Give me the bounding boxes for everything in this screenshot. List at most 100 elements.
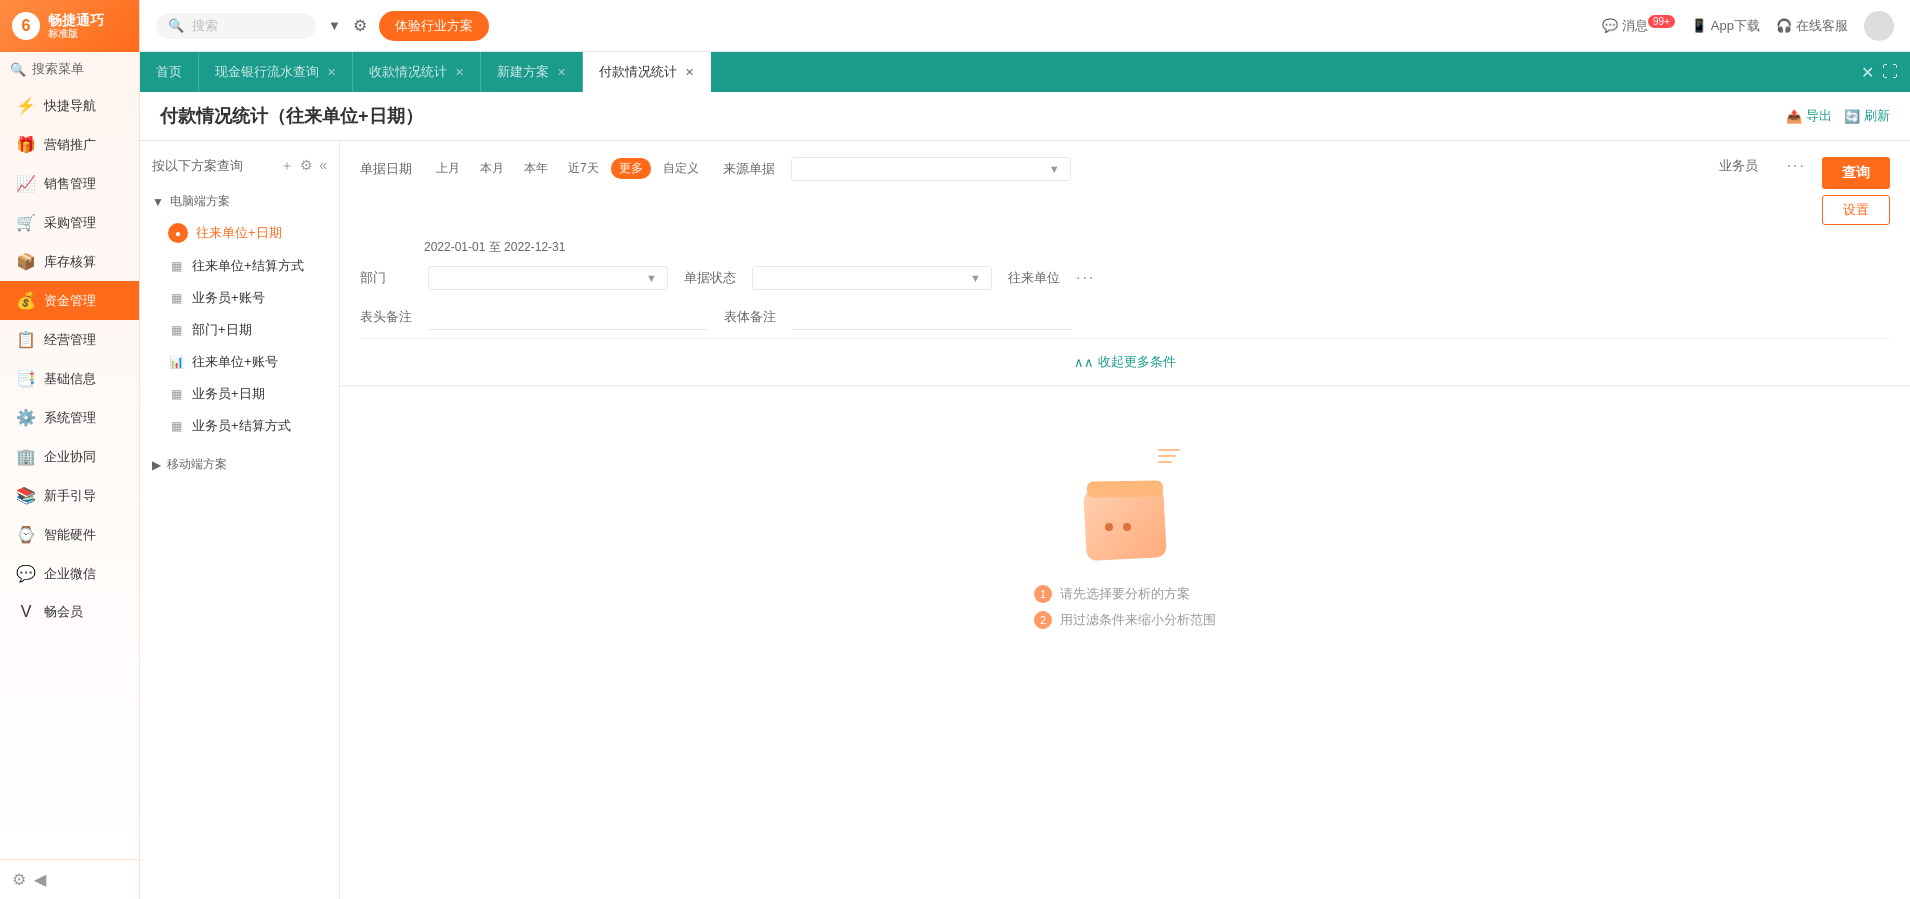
- scheme-item-staff-account[interactable]: ▦ 业务员+账号: [140, 282, 339, 314]
- collapse-label: 收起更多条件: [1098, 353, 1176, 371]
- filter-settings-btn[interactable]: 设置: [1822, 195, 1890, 225]
- inventory-icon: 📦: [16, 252, 36, 271]
- search-menu-icon: 🔍: [10, 62, 26, 77]
- query-btn[interactable]: 查询: [1822, 157, 1890, 189]
- sidebar-item-finance[interactable]: 💰 资金管理: [0, 281, 139, 320]
- collapse-btn[interactable]: ∧∧ 收起更多条件: [1074, 347, 1176, 377]
- scheme-group-mobile-header[interactable]: ▶ 移动端方案: [140, 450, 339, 479]
- scheme-settings-icon[interactable]: ⚙: [300, 157, 313, 175]
- refresh-btn[interactable]: 🔄 刷新: [1844, 107, 1890, 125]
- header-note-input[interactable]: [428, 304, 708, 330]
- date-btn-this-month[interactable]: 本月: [472, 157, 512, 180]
- tab-home[interactable]: 首页: [140, 52, 199, 92]
- robot-eye-left: [1105, 523, 1113, 531]
- empty-num-2: 2: [1034, 611, 1052, 629]
- tab-payment-close[interactable]: ✕: [685, 66, 694, 79]
- sidebar-item-system[interactable]: ⚙️ 系统管理: [0, 398, 139, 437]
- date-filter-group: 单据日期 上月 本月 本年 近7天 更多 自定义: [360, 157, 707, 180]
- topbar-search-box[interactable]: 🔍 搜索: [156, 13, 316, 39]
- online-service-btn[interactable]: 🎧 在线客服: [1776, 17, 1848, 35]
- sidebar-item-sales[interactable]: 📈 销售管理: [0, 164, 139, 203]
- topbar-dropdown-arrow[interactable]: ▼: [328, 18, 341, 33]
- tab-bank-flow-label: 现金银行流水查询: [215, 63, 319, 81]
- operation-icon: 📋: [16, 330, 36, 349]
- tab-receipt-close[interactable]: ✕: [455, 66, 464, 79]
- sidebar-settings-icon[interactable]: ⚙: [12, 870, 26, 889]
- app-download-btn[interactable]: 📱 App下载: [1691, 17, 1760, 35]
- sidebar-item-inventory[interactable]: 📦 库存核算: [0, 242, 139, 281]
- topbar-search-text: 搜索: [192, 17, 218, 35]
- sidebar-item-wechat[interactable]: 💬 企业微信: [0, 554, 139, 593]
- scheme-item-dept-date[interactable]: ▦ 部门+日期: [140, 314, 339, 346]
- tab-expand-icon[interactable]: ⛶: [1882, 63, 1898, 81]
- sidebar-item-purchase[interactable]: 🛒 采购管理: [0, 203, 139, 242]
- topbar-settings-icon[interactable]: ⚙: [353, 16, 367, 35]
- basic-info-icon: 📑: [16, 369, 36, 388]
- tab-bank-flow[interactable]: 现金银行流水查询 ✕: [199, 52, 353, 92]
- export-btn[interactable]: 📤 导出: [1786, 107, 1832, 125]
- dept-select[interactable]: ▼: [428, 266, 668, 290]
- scheme-item-label: 往来单位+日期: [196, 224, 282, 242]
- contact-dots[interactable]: ···: [1076, 269, 1095, 287]
- tab-close-all-icon[interactable]: ✕: [1861, 63, 1874, 82]
- date-quick-btns: 上月 本月 本年 近7天 更多 自定义: [428, 157, 707, 180]
- voucher-status-select[interactable]: ▼: [752, 266, 992, 290]
- scheme-item-contact-account[interactable]: 📊 往来单位+账号: [140, 346, 339, 378]
- sidebar-item-guide[interactable]: 📚 新手引导: [0, 476, 139, 515]
- scheme-item-contact-date[interactable]: ● 往来单位+日期: [140, 216, 339, 250]
- scheme-panel-header: 按以下方案查询 ＋ ⚙ «: [140, 149, 339, 183]
- empty-hint-1: 1 请先选择要分析的方案: [1034, 585, 1216, 603]
- date-btn-more[interactable]: 更多: [611, 158, 651, 179]
- source-select-arrow: ▼: [1049, 163, 1060, 175]
- tab-payment-stats[interactable]: 付款情况统计 ✕: [583, 52, 711, 92]
- scheme-item-contact-settlement[interactable]: ▦ 往来单位+结算方式: [140, 250, 339, 282]
- scheme-item-staff-settlement[interactable]: ▦ 业务员+结算方式: [140, 410, 339, 442]
- source-select[interactable]: ▼: [791, 157, 1071, 181]
- tab-receipt-stats[interactable]: 收款情况统计 ✕: [353, 52, 481, 92]
- query-actions: 查询 设置: [1822, 157, 1890, 225]
- scheme-group-desktop-header[interactable]: ▼ 电脑端方案: [140, 187, 339, 216]
- robot-lid: [1087, 480, 1163, 497]
- sidebar-item-marketing[interactable]: 🎁 营销推广: [0, 125, 139, 164]
- sidebar-item-member[interactable]: V 畅会员: [0, 593, 139, 631]
- scheme-add-icon[interactable]: ＋: [280, 157, 294, 175]
- body-note-input[interactable]: [792, 304, 1072, 330]
- sidebar-nav: ⚡ 快捷导航 🎁 营销推广 📈 销售管理 🛒 采购管理 📦 库存核算 💰 资金管…: [0, 86, 139, 631]
- sidebar-collapse-icon[interactable]: ◀: [34, 870, 46, 889]
- tab-receipt-stats-label: 收款情况统计: [369, 63, 447, 81]
- staff-dots[interactable]: ···: [1787, 157, 1806, 175]
- scheme-group-mobile: ▶ 移动端方案: [140, 446, 339, 483]
- sidebar-item-label: 经营管理: [44, 331, 96, 349]
- scheme-item-icon: ▦: [168, 259, 184, 273]
- scheme-panel-title: 按以下方案查询: [152, 157, 243, 175]
- app-download-label: App下载: [1711, 17, 1760, 35]
- refresh-label: 刷新: [1864, 107, 1890, 125]
- sidebar-item-operation[interactable]: 📋 经营管理: [0, 320, 139, 359]
- user-avatar[interactable]: [1864, 11, 1894, 41]
- header-note-group: 表头备注: [360, 304, 708, 330]
- sidebar-item-enterprise[interactable]: 🏢 企业协同: [0, 437, 139, 476]
- scheme-collapse-icon[interactable]: «: [319, 157, 327, 175]
- date-btn-7days[interactable]: 近7天: [560, 157, 607, 180]
- date-btn-custom[interactable]: 自定义: [655, 157, 707, 180]
- tab-new-scheme-close[interactable]: ✕: [557, 66, 566, 79]
- date-range-display: 2022-01-01 至 2022-12-31: [424, 239, 1890, 256]
- sidebar-item-hardware[interactable]: ⌚ 智能硬件: [0, 515, 139, 554]
- content-area: 按以下方案查询 ＋ ⚙ « ▼ 电脑端方案 ● 往来单位+日期 ▦: [140, 141, 1910, 899]
- search-menu-item[interactable]: 🔍 搜索菜单: [0, 52, 139, 86]
- scheme-group-desktop: ▼ 电脑端方案 ● 往来单位+日期 ▦ 往来单位+结算方式 ▦ 业务员+账号 ▦: [140, 183, 339, 446]
- scheme-item-staff-date[interactable]: ▦ 业务员+日期: [140, 378, 339, 410]
- trial-btn[interactable]: 体验行业方案: [379, 11, 489, 41]
- date-btn-last-month[interactable]: 上月: [428, 157, 468, 180]
- date-btn-this-year[interactable]: 本年: [516, 157, 556, 180]
- tab-new-scheme[interactable]: 新建方案 ✕: [481, 52, 583, 92]
- enterprise-icon: 🏢: [16, 447, 36, 466]
- voucher-status-filter-group: 单据状态 ▼: [684, 266, 992, 290]
- scheme-group-arrow: ▼: [152, 195, 164, 209]
- notifications-btn[interactable]: 💬 消息 99+: [1602, 17, 1675, 35]
- sidebar-item-label: 企业协同: [44, 448, 96, 466]
- right-panel: 单据日期 上月 本月 本年 近7天 更多 自定义 来源单据: [340, 141, 1910, 899]
- sidebar-item-quick-nav[interactable]: ⚡ 快捷导航: [0, 86, 139, 125]
- tab-bank-flow-close[interactable]: ✕: [327, 66, 336, 79]
- sidebar-item-basic-info[interactable]: 📑 基础信息: [0, 359, 139, 398]
